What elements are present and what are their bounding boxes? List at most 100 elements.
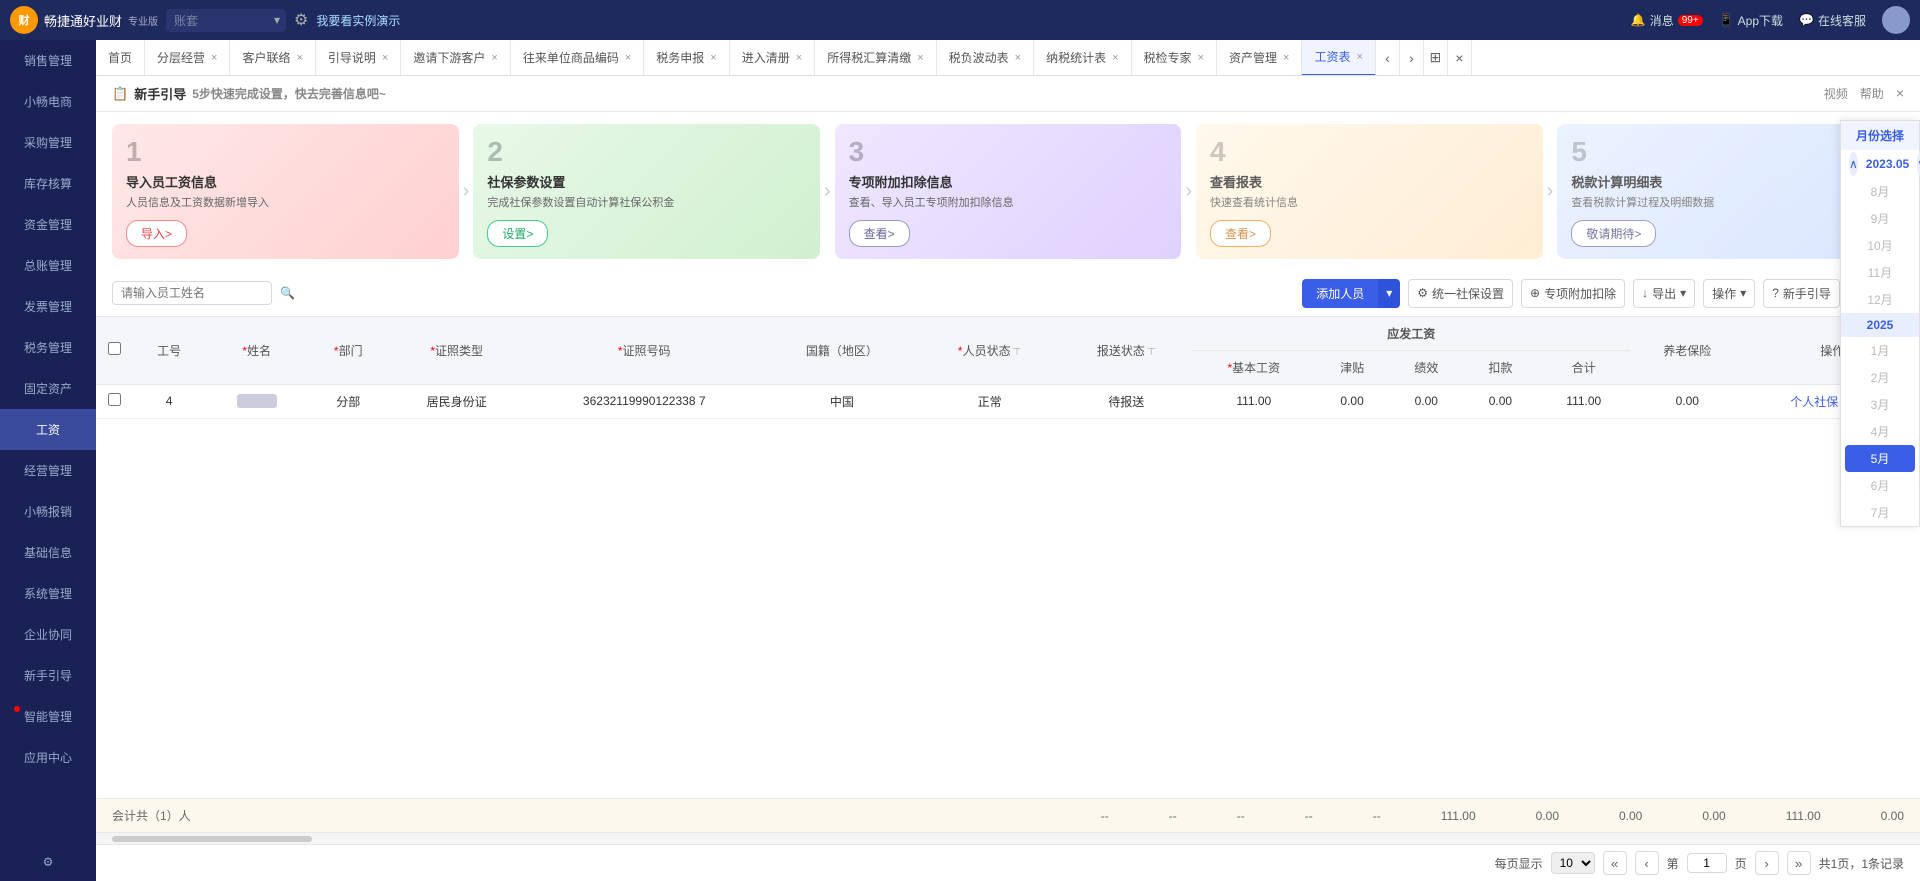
month-item-8[interactable]: 8月 — [1841, 178, 1919, 205]
first-page-button[interactable]: « — [1603, 851, 1627, 875]
step-4-button[interactable]: 查看> — [1210, 220, 1271, 247]
step-3-button[interactable]: 查看> — [849, 220, 910, 247]
month-item-2[interactable]: 2月 — [1841, 364, 1919, 391]
month-item-7[interactable]: 7月 — [1841, 499, 1919, 526]
month-prev-button[interactable]: ∧ — [1849, 152, 1858, 176]
tab-tax-report[interactable]: 税务申报× — [644, 40, 729, 76]
month-item-3[interactable]: 3月 — [1841, 391, 1919, 418]
add-person-button[interactable]: 添加人员 — [1302, 279, 1378, 308]
month-item-9[interactable]: 9月 — [1841, 205, 1919, 232]
actions-button[interactable]: 操作 ▾ — [1703, 279, 1755, 308]
close-icon[interactable]: × — [491, 52, 497, 64]
sidebar-item-cooperation[interactable]: 企业协同 — [0, 614, 96, 655]
close-icon[interactable]: × — [211, 52, 217, 64]
close-icon[interactable]: × — [1283, 52, 1289, 64]
next-page-button[interactable]: › — [1755, 851, 1779, 875]
tab-tax-stats[interactable]: 纳税统计表× — [1034, 40, 1131, 76]
th-report-status: 报送状态⊤ — [1060, 317, 1193, 385]
sidebar-item-ai[interactable]: 智能管理 — [0, 696, 96, 737]
sidebar-item-tax[interactable]: 税务管理 — [0, 327, 96, 368]
sidebar-item-apps[interactable]: 应用中心 — [0, 737, 96, 778]
sidebar-item-inventory[interactable]: 库存核算 — [0, 163, 96, 204]
tab-prev-button[interactable]: ‹ — [1376, 40, 1400, 76]
tab-home[interactable]: 首页 — [96, 40, 145, 76]
sidebar-item-ledger[interactable]: 总账管理 — [0, 245, 96, 286]
guide-close-btn[interactable]: × — [1896, 85, 1904, 102]
close-icon[interactable]: × — [1198, 52, 1204, 64]
close-icon[interactable]: × — [1112, 52, 1118, 64]
tab-inventory[interactable]: 进入清册× — [730, 40, 815, 76]
tab-guide-desc[interactable]: 引导说明× — [316, 40, 401, 76]
close-icon[interactable]: × — [917, 52, 923, 64]
scroll-thumb[interactable] — [112, 836, 312, 842]
select-all-checkbox[interactable] — [108, 342, 121, 355]
app-download-button[interactable]: 📱 App下载 — [1719, 12, 1783, 29]
step-1-button[interactable]: 导入> — [126, 220, 187, 247]
sidebar-item-payroll[interactable]: 工资 — [0, 409, 96, 450]
close-icon[interactable]: × — [796, 52, 802, 64]
sidebar-item-assets[interactable]: 固定资产 — [0, 368, 96, 409]
sidebar-item-operations[interactable]: 经营管理 — [0, 450, 96, 491]
sidebar-item-ecommerce[interactable]: 小畅电商 — [0, 81, 96, 122]
user-avatar[interactable] — [1882, 6, 1910, 34]
export-button[interactable]: ↓ 导出 ▾ — [1633, 279, 1695, 308]
close-icon[interactable]: × — [1015, 52, 1021, 64]
last-page-button[interactable]: » — [1787, 851, 1811, 875]
close-icon[interactable]: × — [710, 52, 716, 64]
page-input[interactable] — [1687, 853, 1727, 873]
individual-insurance-link[interactable]: 个人社保 — [1790, 395, 1838, 409]
close-icon[interactable]: × — [382, 52, 388, 64]
tab-income-tax[interactable]: 所得税汇算清缴× — [815, 40, 936, 76]
guide-help-btn[interactable]: 帮助 — [1860, 85, 1884, 102]
sidebar-item-expense[interactable]: 小畅报销 — [0, 491, 96, 532]
sidebar-gear-button[interactable]: ⚙ — [0, 843, 96, 881]
tab-product-code[interactable]: 往来单位商品编码× — [511, 40, 644, 76]
prev-page-button[interactable]: ‹ — [1635, 851, 1659, 875]
sidebar-item-system[interactable]: 系统管理 — [0, 573, 96, 614]
tab-next-button[interactable]: › — [1400, 40, 1424, 76]
row-checkbox[interactable] — [108, 393, 121, 406]
unified-settings-button[interactable]: ⚙ 统一社保设置 — [1408, 279, 1513, 308]
add-person-dropdown[interactable]: ▾ — [1378, 279, 1400, 308]
account-selector[interactable]: 账套 ▾ — [166, 9, 286, 32]
step-2-button[interactable]: 设置> — [487, 220, 548, 247]
tab-layered-mgmt[interactable]: 分层经营× — [145, 40, 230, 76]
close-icon[interactable]: × — [1356, 51, 1362, 63]
search-input[interactable] — [112, 281, 272, 305]
addon-deduction-button[interactable]: ⊕ 专项附加扣除 — [1521, 279, 1625, 308]
tab-invite[interactable]: 邀请下游客户× — [401, 40, 510, 76]
tab-close-all-button[interactable]: × — [1448, 40, 1472, 76]
horizontal-scrollbar[interactable] — [96, 832, 1920, 844]
tab-tax-burden[interactable]: 税负波动表× — [937, 40, 1034, 76]
demo-button[interactable]: 我要看实例演示 — [316, 12, 400, 29]
month-item-4[interactable]: 4月 — [1841, 418, 1919, 445]
guide-video-btn[interactable]: 视频 — [1824, 85, 1848, 102]
sidebar-item-invoice[interactable]: 发票管理 — [0, 286, 96, 327]
month-item-1[interactable]: 1月 — [1841, 337, 1919, 364]
tab-asset-mgmt[interactable]: 资产管理× — [1217, 40, 1302, 76]
month-item-5-active[interactable]: 5月 — [1845, 445, 1915, 472]
sidebar-item-finance[interactable]: 资金管理 — [0, 204, 96, 245]
sidebar-item-base[interactable]: 基础信息 — [0, 532, 96, 573]
close-icon[interactable]: × — [625, 52, 631, 64]
newguide-button[interactable]: ? 新手引导 — [1763, 279, 1840, 308]
message-button[interactable]: 🔔 消息 99+ — [1631, 12, 1703, 29]
row-report-status: 待报送 — [1060, 384, 1193, 418]
search-icon[interactable]: 🔍 — [280, 286, 295, 300]
month-item-10[interactable]: 10月 — [1841, 232, 1919, 259]
tab-more-button[interactable]: ⊞ — [1424, 40, 1448, 76]
month-item-11[interactable]: 11月 — [1841, 259, 1919, 286]
page-size-select[interactable]: 10 20 50 — [1551, 852, 1595, 874]
tab-tax-expert[interactable]: 税检专家× — [1132, 40, 1217, 76]
sidebar-item-purchase[interactable]: 采购管理 — [0, 122, 96, 163]
month-item-6[interactable]: 6月 — [1841, 472, 1919, 499]
settings-icon[interactable]: ⚙ — [294, 10, 308, 30]
tab-payroll[interactable]: 工资表× — [1302, 40, 1375, 76]
month-item-12[interactable]: 12月 — [1841, 286, 1919, 313]
sidebar-item-guide[interactable]: 新手引导 — [0, 655, 96, 696]
close-icon[interactable]: × — [296, 52, 302, 64]
online-service-button[interactable]: 💬 在线客服 — [1799, 12, 1866, 29]
tab-customer[interactable]: 客户联络× — [230, 40, 315, 76]
sidebar-item-sales[interactable]: 销售管理 — [0, 40, 96, 81]
step-5-button[interactable]: 敬请期待> — [1571, 220, 1656, 247]
